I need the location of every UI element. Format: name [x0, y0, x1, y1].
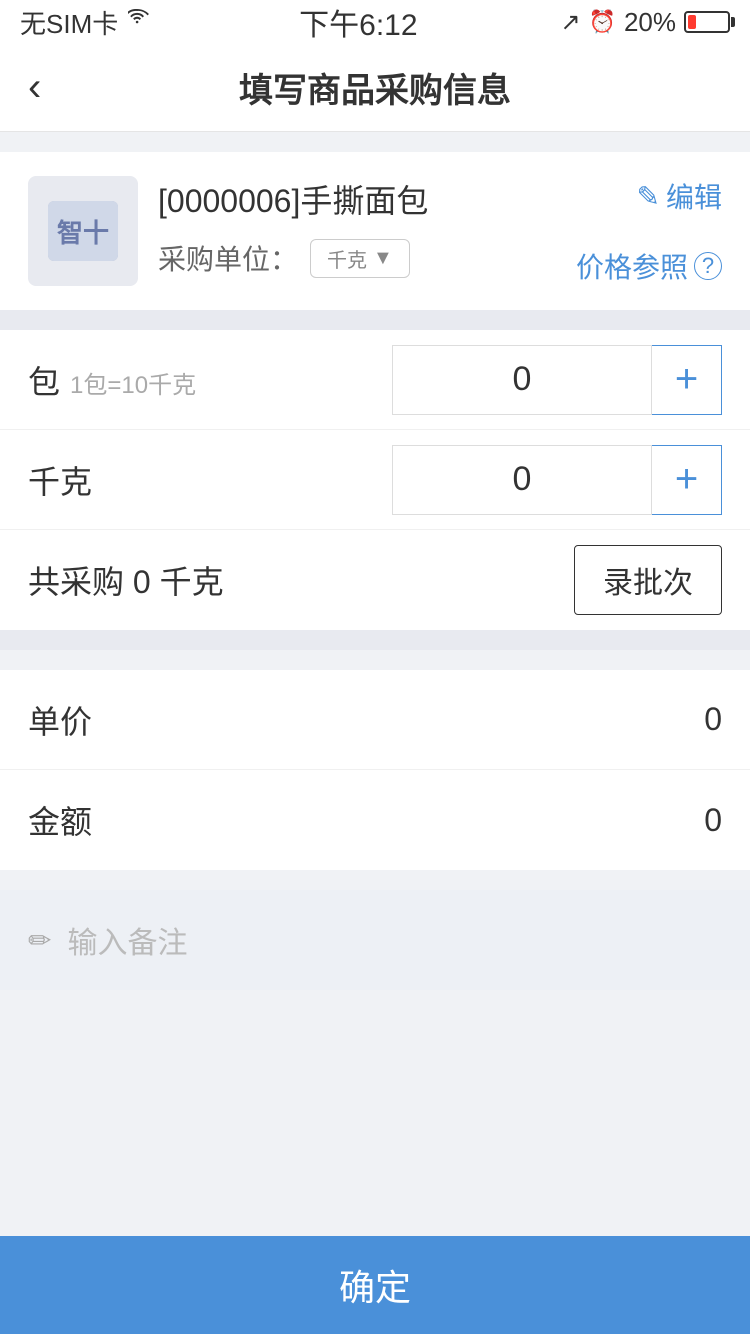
page-title: 填写商品采购信息	[239, 63, 511, 112]
edit-icon: ✎	[637, 180, 660, 213]
unit-price-row: 单价 0	[0, 670, 750, 770]
kg-plus-button[interactable]: +	[652, 445, 722, 515]
location-icon: ↗	[560, 8, 580, 37]
kg-label-group: 千克	[28, 457, 92, 503]
edit-label: 编辑	[666, 176, 722, 216]
amount-row: 金额 0	[0, 770, 750, 870]
carrier-label: 无SIM卡	[20, 4, 118, 41]
bag-label-group: 包 1包=10千克	[28, 357, 196, 403]
logo-text: 智十	[48, 201, 118, 261]
wifi-icon	[128, 7, 156, 38]
status-bar: 无SIM卡 下午6:12 ↗ ⏰ 20%	[0, 0, 750, 44]
bag-input-right: +	[392, 345, 722, 415]
nav-bar: ‹ 填写商品采购信息	[0, 44, 750, 132]
kg-plus-icon: +	[675, 457, 698, 502]
unit-value: 千克	[327, 244, 367, 273]
record-batch-button[interactable]: 录批次	[574, 545, 722, 615]
unit-price-value: 0	[704, 701, 722, 738]
bag-input-row: 包 1包=10千克 +	[0, 330, 750, 430]
kg-input-row: 千克 +	[0, 430, 750, 530]
confirm-button[interactable]: 确定	[0, 1236, 750, 1334]
back-button[interactable]: ‹	[28, 65, 41, 110]
total-label: 共采购 0 千克	[28, 557, 224, 603]
battery-icon	[684, 11, 730, 33]
product-card: 智十 [0000006]手撕面包 采购单位： 千克 ▼ ✎ 编辑 价格参照 ?	[0, 152, 750, 310]
section-divider-2	[0, 630, 750, 650]
pencil-icon: ✏	[28, 924, 51, 957]
bag-sublabel: 1包=10千克	[70, 365, 196, 400]
amount-label: 金额	[28, 797, 92, 843]
unit-price-label: 单价	[28, 697, 92, 743]
unit-selector[interactable]: 千克 ▼	[310, 239, 410, 278]
total-row: 共采购 0 千克 录批次	[0, 530, 750, 630]
bag-quantity-input[interactable]	[392, 345, 652, 415]
product-thumbnail: 智十	[28, 176, 138, 286]
main-content: 智十 [0000006]手撕面包 采购单位： 千克 ▼ ✎ 编辑 价格参照 ?	[0, 152, 750, 1032]
notes-section[interactable]: ✏ 输入备注	[0, 890, 750, 990]
bag-label: 包	[28, 357, 60, 403]
battery-pct: 20%	[624, 7, 676, 38]
bag-plus-button[interactable]: +	[652, 345, 722, 415]
plus-icon: +	[675, 357, 698, 402]
price-ref-icon: ?	[694, 252, 722, 280]
kg-label: 千克	[28, 457, 92, 503]
status-right: ↗ ⏰ 20%	[560, 7, 730, 38]
alarm-icon: ⏰	[589, 9, 616, 35]
status-time: 下午6:12	[299, 0, 417, 44]
amount-value: 0	[704, 802, 722, 839]
section-divider-1	[0, 310, 750, 330]
price-section: 单价 0 金额 0	[0, 670, 750, 870]
price-ref-label: 价格参照	[576, 246, 688, 286]
unit-label: 采购单位：	[158, 238, 298, 278]
confirm-label: 确定	[339, 1259, 411, 1311]
status-left: 无SIM卡	[20, 4, 156, 41]
kg-quantity-input[interactable]	[392, 445, 652, 515]
price-ref-button[interactable]: 价格参照 ?	[576, 246, 722, 286]
notes-placeholder: 输入备注	[67, 918, 187, 962]
kg-input-right: +	[392, 445, 722, 515]
dropdown-arrow-icon: ▼	[373, 247, 393, 270]
product-logo: 智十	[48, 201, 118, 261]
edit-button[interactable]: ✎ 编辑	[637, 176, 722, 216]
